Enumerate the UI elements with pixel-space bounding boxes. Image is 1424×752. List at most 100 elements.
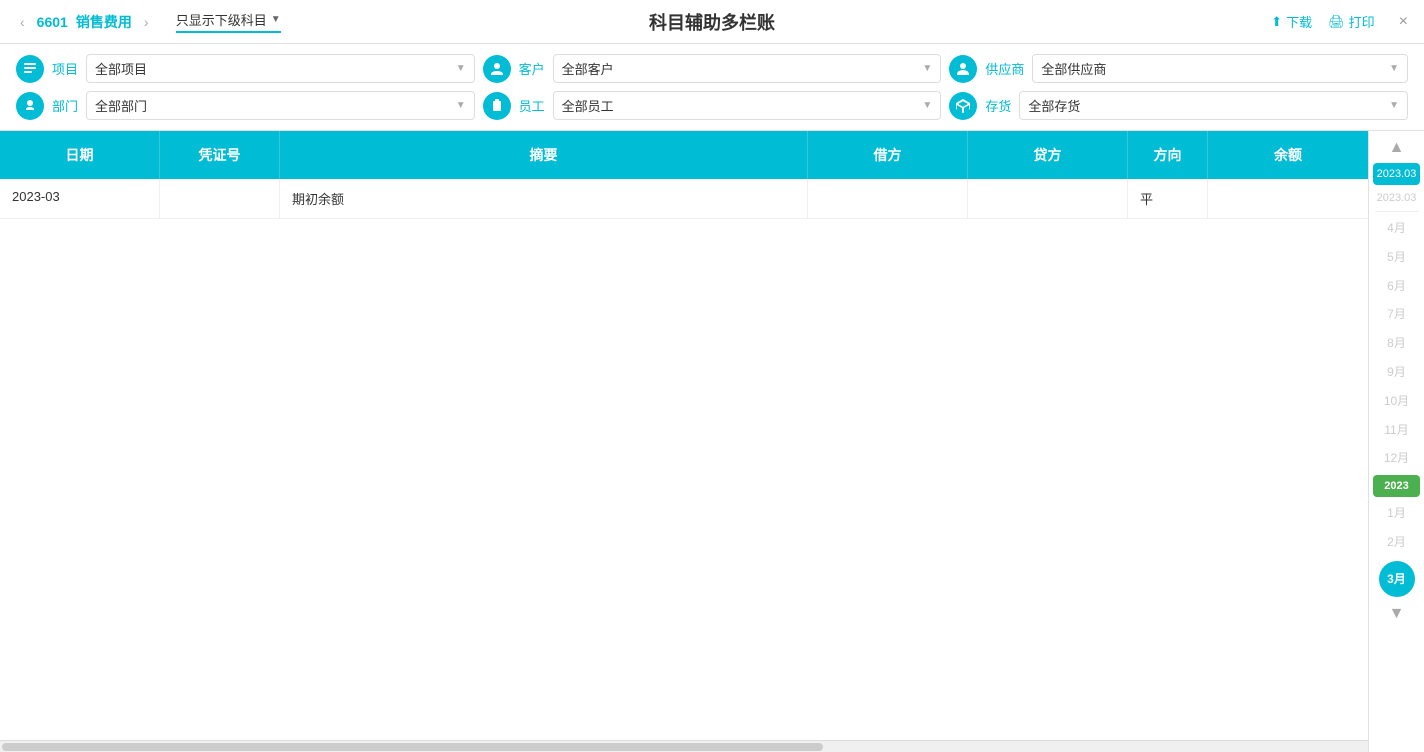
filter-customer: 客户 全部客户 ▼ — [483, 54, 942, 83]
employee-arrow: ▼ — [922, 100, 932, 111]
sidebar-item-2023-03-top[interactable]: 2023.03 — [1373, 163, 1420, 185]
customer-arrow: ▼ — [922, 63, 932, 74]
employee-select[interactable]: 全部员工 ▼ — [553, 91, 942, 120]
title-right: ⬆ 下载 🖨 打印 × — [1271, 12, 1408, 31]
col-balance: 余额 — [1208, 131, 1368, 179]
sidebar-month-12[interactable]: 12月 — [1369, 444, 1424, 473]
customer-select[interactable]: 全部客户 ▼ — [553, 54, 942, 83]
show-sub-arrow: ▼ — [271, 14, 281, 25]
sidebar-month-10[interactable]: 10月 — [1369, 387, 1424, 416]
main-area: 日期 凭证号 摘要 借方 贷方 方向 余额 2023-03 期初余额 平 — [0, 131, 1424, 752]
cell-balance — [1208, 179, 1368, 218]
cell-credit — [968, 179, 1128, 218]
sidebar-down-arrow[interactable]: ▼ — [1385, 601, 1409, 627]
department-label: 部门 — [52, 96, 78, 115]
supplier-icon — [949, 55, 977, 83]
project-arrow: ▼ — [456, 63, 466, 74]
project-label: 项目 — [52, 59, 78, 78]
horizontal-scrollbar[interactable] — [0, 740, 1368, 752]
department-value: 全部部门 — [95, 96, 147, 115]
filter-area: 项目 全部项目 ▼ 客户 全部客户 ▼ 供应商 全部供应商 ▼ — [0, 44, 1424, 131]
col-voucher: 凭证号 — [160, 131, 280, 179]
cell-summary: 期初余额 — [280, 179, 808, 218]
filter-project: 项目 全部项目 ▼ — [16, 54, 475, 83]
table-area: 日期 凭证号 摘要 借方 贷方 方向 余额 2023-03 期初余额 平 — [0, 131, 1368, 752]
sidebar-month-3-active[interactable]: 3月 — [1379, 561, 1415, 597]
employee-label: 员工 — [519, 96, 545, 115]
supplier-arrow: ▼ — [1389, 63, 1399, 74]
sidebar-month-8[interactable]: 8月 — [1369, 329, 1424, 358]
supplier-label: 供应商 — [985, 59, 1024, 78]
sidebar-item-2023-03-second[interactable]: 2023.03 — [1375, 187, 1419, 209]
sidebar-month-4[interactable]: 4月 — [1369, 214, 1424, 243]
account-code[interactable]: 6601 — [37, 14, 68, 30]
col-date: 日期 — [0, 131, 160, 179]
print-button[interactable]: 🖨 打印 — [1328, 12, 1375, 31]
col-summary: 摘要 — [280, 131, 808, 179]
main-window: ‹ 6601 销售费用 › 只显示下级科目 ▼ 科目辅助多栏账 ⬆ 下载 🖨 打… — [0, 0, 1424, 752]
customer-icon — [483, 55, 511, 83]
cell-direction: 平 — [1128, 179, 1208, 218]
download-button[interactable]: ⬆ 下载 — [1271, 12, 1312, 31]
sidebar-month-7[interactable]: 7月 — [1369, 300, 1424, 329]
table-row[interactable]: 2023-03 期初余额 平 — [0, 179, 1368, 219]
print-icon: 🖨 — [1328, 14, 1345, 30]
filter-inventory: 存货 全部存货 ▼ — [949, 91, 1408, 120]
page-title: 科目辅助多栏账 — [649, 9, 775, 35]
department-arrow: ▼ — [456, 100, 466, 111]
scrollbar-thumb[interactable] — [2, 743, 823, 751]
project-icon — [16, 55, 44, 83]
department-select[interactable]: 全部部门 ▼ — [86, 91, 475, 120]
employee-value: 全部员工 — [562, 96, 614, 115]
account-name: 销售费用 — [76, 12, 132, 32]
sidebar-year-2023[interactable]: 2023 — [1373, 475, 1420, 497]
show-sub-toggle[interactable]: 只显示下级科目 ▼ — [176, 10, 281, 33]
inventory-select[interactable]: 全部存货 ▼ — [1019, 91, 1408, 120]
month-active-label: 3月 — [1387, 570, 1406, 587]
department-icon — [16, 92, 44, 120]
project-select[interactable]: 全部项目 ▼ — [86, 54, 475, 83]
sidebar-month-2[interactable]: 2月 — [1369, 528, 1424, 557]
filter-supplier: 供应商 全部供应商 ▼ — [949, 54, 1408, 83]
download-icon: ⬆ — [1271, 14, 1282, 30]
filter-department: 部门 全部部门 ▼ — [16, 91, 475, 120]
project-value: 全部项目 — [95, 59, 147, 78]
sidebar-label: 2023.03 — [1377, 168, 1417, 180]
col-direction: 方向 — [1128, 131, 1208, 179]
sidebar-month-11[interactable]: 11月 — [1369, 416, 1424, 445]
cell-voucher — [160, 179, 280, 218]
show-sub-label: 只显示下级科目 — [176, 10, 267, 29]
print-label: 打印 — [1349, 12, 1375, 31]
sidebar-month-9[interactable]: 9月 — [1369, 358, 1424, 387]
title-bar: ‹ 6601 销售费用 › 只显示下级科目 ▼ 科目辅助多栏账 ⬆ 下载 🖨 打… — [0, 0, 1424, 44]
cell-debit — [808, 179, 968, 218]
cell-date: 2023-03 — [0, 179, 160, 218]
year-label: 2023 — [1384, 480, 1408, 492]
download-label: 下载 — [1286, 12, 1312, 31]
filter-employee: 员工 全部员工 ▼ — [483, 91, 942, 120]
table-body: 2023-03 期初余额 平 — [0, 179, 1368, 740]
col-debit: 借方 — [808, 131, 968, 179]
inventory-icon — [949, 92, 977, 120]
customer-value: 全部客户 — [562, 59, 614, 78]
sidebar-label: 2023.03 — [1377, 192, 1417, 204]
inventory-value: 全部存货 — [1028, 96, 1080, 115]
supplier-value: 全部供应商 — [1041, 59, 1106, 78]
sidebar-month-1[interactable]: 1月 — [1369, 499, 1424, 528]
title-left: ‹ 6601 销售费用 › 只显示下级科目 ▼ — [16, 10, 281, 33]
customer-label: 客户 — [519, 59, 545, 78]
col-credit: 贷方 — [968, 131, 1128, 179]
sidebar-divider — [1375, 211, 1419, 212]
table-header: 日期 凭证号 摘要 借方 贷方 方向 余额 — [0, 131, 1368, 179]
close-button[interactable]: × — [1399, 13, 1408, 31]
inventory-label: 存货 — [985, 96, 1011, 115]
next-arrow[interactable]: › — [140, 12, 153, 32]
employee-icon — [483, 92, 511, 120]
supplier-select[interactable]: 全部供应商 ▼ — [1032, 54, 1408, 83]
sidebar-up-arrow[interactable]: ▲ — [1385, 135, 1409, 161]
sidebar-month-6[interactable]: 6月 — [1369, 272, 1424, 301]
inventory-arrow: ▼ — [1389, 100, 1399, 111]
sidebar-month-5[interactable]: 5月 — [1369, 243, 1424, 272]
right-sidebar: ▲ 2023.03 2023.03 4月 5月 6月 7月 8月 9月 10月 … — [1368, 131, 1424, 752]
prev-arrow[interactable]: ‹ — [16, 12, 29, 32]
